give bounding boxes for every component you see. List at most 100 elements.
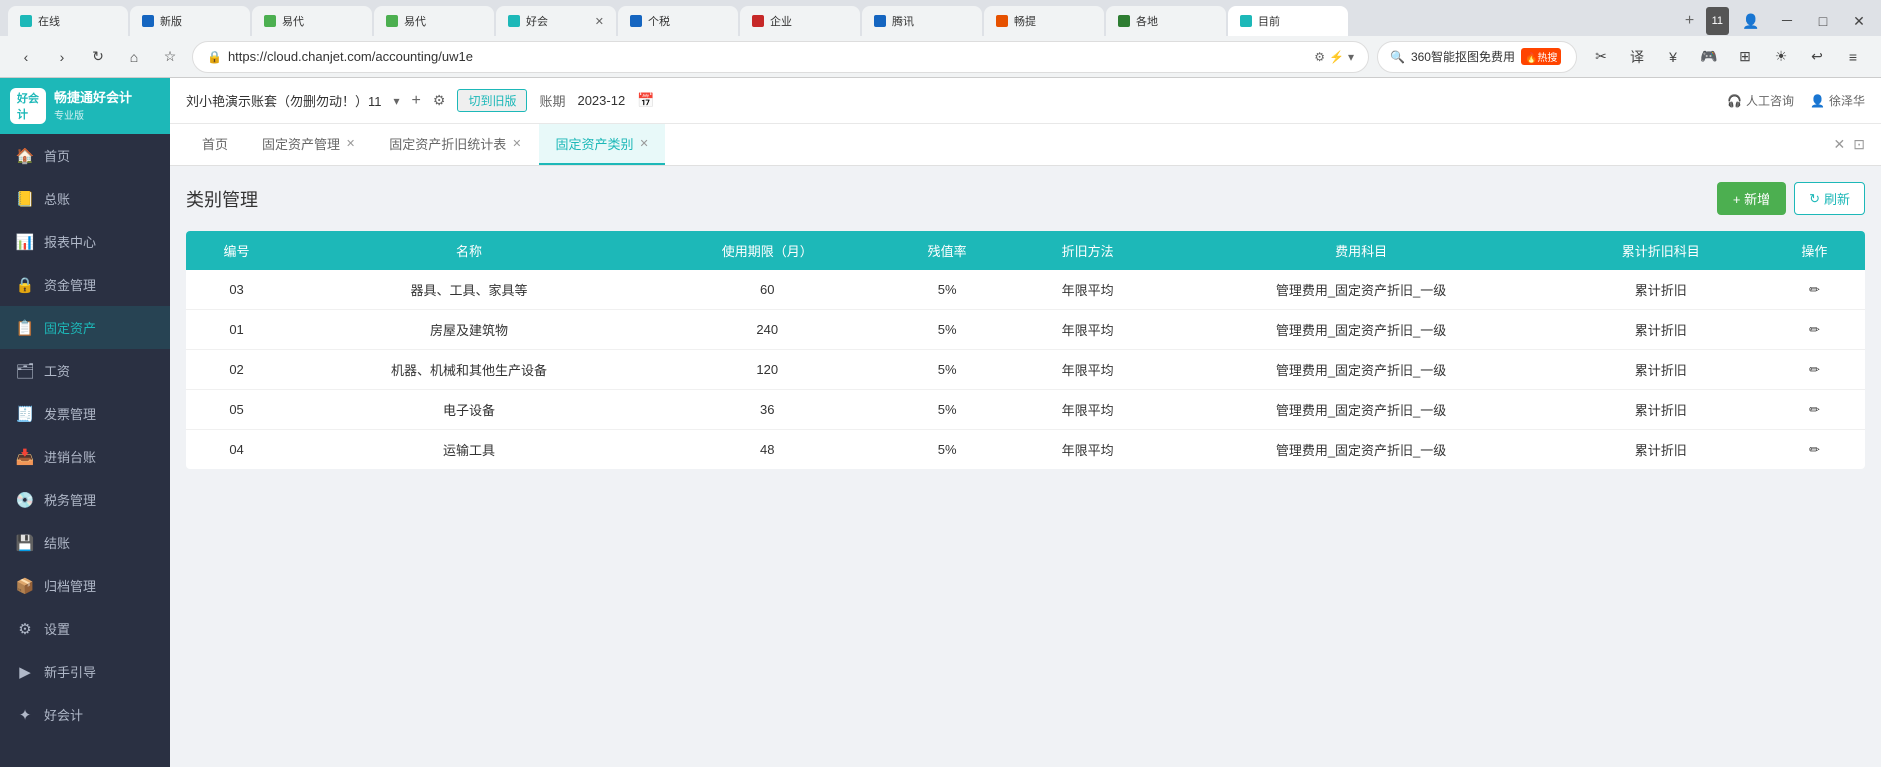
cell-residual-4: 5%: [883, 430, 1010, 470]
refresh-button[interactable]: ↻ 刷新: [1794, 182, 1865, 215]
table-header-5: 费用科目: [1165, 231, 1558, 270]
sidebar-label-guide: 新手引导: [44, 662, 96, 681]
translate-button[interactable]: 译: [1621, 41, 1653, 73]
browser-tab-t4[interactable]: 易代: [374, 6, 494, 36]
sidebar-label-fixed-assets: 固定资产: [44, 318, 96, 337]
back-button[interactable]: ‹: [12, 43, 40, 71]
cell-residual-2: 5%: [883, 350, 1010, 390]
cell-residual-0: 5%: [883, 270, 1010, 310]
maximize-button[interactable]: □: [1809, 7, 1837, 35]
sidebar-item-report[interactable]: 📊 报表中心: [0, 220, 170, 263]
to-old-version-button[interactable]: 切到旧版: [457, 89, 527, 112]
sidebar-item-tax[interactable]: 💿 税务管理: [0, 478, 170, 521]
sub-tab-1[interactable]: 固定资产管理 ✕: [246, 124, 371, 165]
tab-label-t8: 腾讯: [892, 13, 914, 29]
cell-expense-1: 管理费用_固定资产折旧_一级: [1165, 310, 1558, 350]
sidebar-item-ledger[interactable]: 📒 总账: [0, 177, 170, 220]
sidebar-icon-fixed-assets: 📋: [16, 319, 34, 337]
reload-button[interactable]: ↻: [84, 43, 112, 71]
sidebar-item-guide[interactable]: ▶ 新手引导: [0, 650, 170, 693]
restore-tab-icon[interactable]: ⊡: [1853, 136, 1865, 153]
browser-tab-t7[interactable]: 企业: [740, 6, 860, 36]
site-settings-icon[interactable]: ⚙: [1314, 50, 1325, 64]
sidebar-label-more: 好会计: [44, 705, 83, 724]
close-tab-icon[interactable]: ✕: [1834, 136, 1846, 153]
cell-action-3[interactable]: ✏: [1764, 390, 1865, 430]
cell-name-1: 房屋及建筑物: [287, 310, 651, 350]
sub-tab-close-2[interactable]: ✕: [512, 137, 521, 150]
tab-favicon-t11: [1240, 15, 1252, 27]
home-button[interactable]: ⌂: [120, 43, 148, 71]
wallet-button[interactable]: ¥: [1657, 41, 1689, 73]
dropdown-icon[interactable]: ▾: [1348, 50, 1354, 64]
cell-code-1: 01: [186, 310, 287, 350]
browser-tab-t3[interactable]: 易代: [252, 6, 372, 36]
cell-accumulated-0: 累计折旧: [1558, 270, 1764, 310]
browser-tab-t5[interactable]: 好会 ✕: [496, 6, 616, 36]
cell-action-2[interactable]: ✏: [1764, 350, 1865, 390]
sidebar-label-purchase-sale: 进销台账: [44, 447, 96, 466]
tab-label-t5: 好会: [526, 13, 548, 29]
games-button[interactable]: 🎮: [1693, 41, 1725, 73]
cell-action-4[interactable]: ✏: [1764, 430, 1865, 470]
menu-button[interactable]: ≡: [1837, 41, 1869, 73]
tab-count-badge[interactable]: 11: [1706, 7, 1729, 35]
profile-icon[interactable]: 👤: [1737, 7, 1765, 35]
bookmark-star-icon[interactable]: ⚡: [1329, 50, 1344, 64]
table-header-2: 使用期限（月）: [651, 231, 884, 270]
minimize-button[interactable]: －: [1773, 7, 1801, 35]
hot-badge: 🔥热搜: [1521, 48, 1561, 65]
undo-button[interactable]: ↩: [1801, 41, 1833, 73]
sidebar-item-payroll[interactable]: 🗂 工资: [0, 349, 170, 392]
cell-code-3: 05: [186, 390, 287, 430]
tab-close-t5[interactable]: ✕: [595, 15, 604, 28]
browser-tab-t9[interactable]: 畅提: [984, 6, 1104, 36]
cell-action-0[interactable]: ✏: [1764, 270, 1865, 310]
tab-bar-actions: 11 👤 － □ ✕: [1706, 7, 1873, 35]
sub-tab-close-3[interactable]: ✕: [640, 137, 649, 150]
search-bar[interactable]: 🔍 360智能抠图免费用 🔥热搜: [1377, 41, 1577, 73]
browser-tab-t2[interactable]: 新版: [130, 6, 250, 36]
sub-tab-3[interactable]: 固定资产类别 ✕: [539, 124, 664, 165]
browser-tab-t10[interactable]: 各地: [1106, 6, 1226, 36]
user-avatar[interactable]: 👤 徐泽华: [1810, 92, 1865, 109]
sidebar-item-fixed-assets[interactable]: 📋 固定资产: [0, 306, 170, 349]
browser-tab-t1[interactable]: 在线: [8, 6, 128, 36]
settings-gear-icon[interactable]: ⚙: [433, 92, 446, 109]
browser-tab-t11[interactable]: 目前: [1228, 6, 1348, 36]
sidebar-item-home[interactable]: 🏠 首页: [0, 134, 170, 177]
url-bar[interactable]: 🔒 https://cloud.chanjet.com/accounting/u…: [192, 41, 1369, 73]
table-header-1: 名称: [287, 231, 651, 270]
forward-button[interactable]: ›: [48, 43, 76, 71]
close-window-button[interactable]: ✕: [1845, 7, 1873, 35]
tab-label-t9: 畅提: [1014, 13, 1036, 29]
sidebar-item-settings[interactable]: ⚙ 设置: [0, 607, 170, 650]
sidebar-item-archive[interactable]: 📦 归档管理: [0, 564, 170, 607]
sidebar-item-more[interactable]: ✦ 好会计: [0, 693, 170, 736]
sub-tab-close-1[interactable]: ✕: [346, 137, 355, 150]
cell-action-1[interactable]: ✏: [1764, 310, 1865, 350]
new-tab-button[interactable]: +: [1676, 7, 1704, 35]
brightness-button[interactable]: ☀: [1765, 41, 1797, 73]
sidebar-item-purchase-sale[interactable]: 📥 进销台账: [0, 435, 170, 478]
grid-button[interactable]: ⊞: [1729, 41, 1761, 73]
dropdown-arrow[interactable]: ▾: [394, 94, 400, 108]
add-account-set[interactable]: +: [412, 92, 421, 110]
calendar-icon[interactable]: 📅: [637, 92, 654, 109]
tab-label-t7: 企业: [770, 13, 792, 29]
bookmark-button[interactable]: ☆: [156, 43, 184, 71]
period-label: 账期: [539, 91, 565, 110]
browser-tab-t6[interactable]: 个税: [618, 6, 738, 36]
sub-tab-0[interactable]: 首页: [186, 124, 244, 165]
tab-favicon-t6: [630, 15, 642, 27]
sidebar-item-invoice[interactable]: 🧾 发票管理: [0, 392, 170, 435]
sidebar-item-settle[interactable]: 💾 结账: [0, 521, 170, 564]
sub-tab-2[interactable]: 固定资产折旧统计表 ✕: [373, 124, 537, 165]
tab-favicon-t1: [20, 15, 32, 27]
consult-button[interactable]: 🎧 人工咨询: [1727, 92, 1794, 109]
scissors-button[interactable]: ✂: [1585, 41, 1617, 73]
cell-accumulated-3: 累计折旧: [1558, 390, 1764, 430]
add-button[interactable]: + 新增: [1717, 182, 1786, 215]
browser-tab-t8[interactable]: 腾讯: [862, 6, 982, 36]
sidebar-item-funds[interactable]: 🔒 资金管理: [0, 263, 170, 306]
